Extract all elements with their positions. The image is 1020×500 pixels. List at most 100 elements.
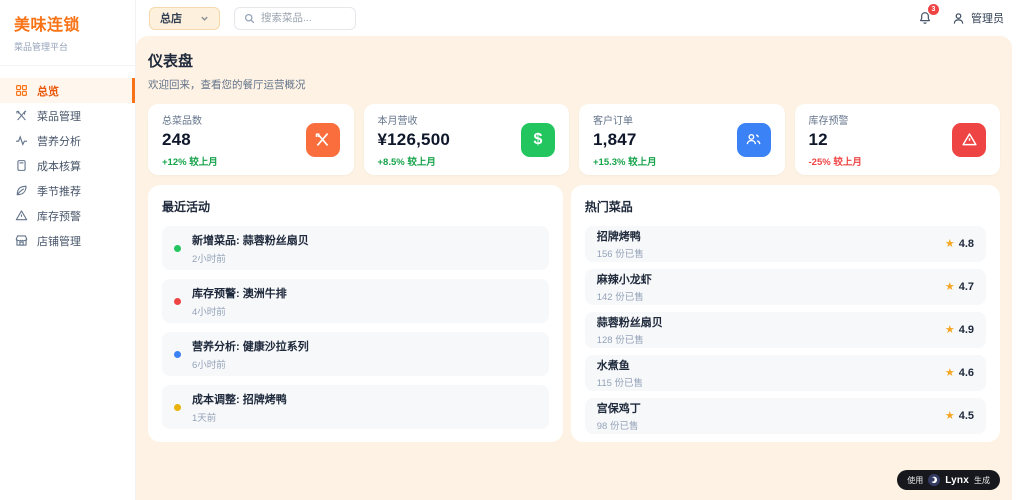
stat-trend: +8.5% 较上月 — [377, 156, 436, 168]
calculator-icon — [14, 159, 28, 173]
status-dot — [174, 350, 181, 358]
badge-brand: Lynx — [945, 474, 969, 486]
lynx-generated-badge[interactable]: 使用 Lynx 生成 — [897, 470, 1000, 490]
dish-rating: ★ 4.7 — [945, 281, 974, 293]
dish-name: 蒜蓉粉丝扇贝 — [596, 317, 663, 329]
star-icon: ★ — [944, 409, 955, 422]
sidebar-item-inventory-alert[interactable]: 库存预警 — [0, 203, 135, 228]
search-input[interactable] — [261, 12, 346, 24]
star-icon: ★ — [944, 366, 955, 379]
sidebar-item-label: 店铺管理 — [37, 235, 81, 248]
brand-name: 美味连锁 — [14, 17, 81, 34]
badge-prefix: 使用 — [907, 475, 924, 485]
activity-list-item[interactable]: 库存预警: 澳洲牛排 4小时前 — [162, 279, 549, 323]
topbar-right: 3 管理员 — [916, 4, 1004, 27]
activity-text: 库存预警: 澳洲牛排 — [192, 287, 287, 300]
activity-list-item[interactable]: 营养分析: 健康沙拉系列 6小时前 — [162, 332, 549, 376]
stat-trend: +15.3% 较上月 — [593, 156, 657, 168]
utensils-icon — [305, 122, 340, 157]
user-name: 管理员 — [971, 13, 1004, 25]
status-dot — [174, 244, 181, 252]
dish-sold: 128 份已售 — [596, 335, 644, 346]
dish-name: 水煮鱼 — [596, 360, 630, 372]
activity-list-item[interactable]: 成本调整: 招牌烤鸭 1天前 — [162, 385, 549, 429]
panels-row: 最近活动 新增菜品: 蒜蓉粉丝扇贝 2小时前 库存预警: 澳洲牛排 4小时前 营… — [148, 185, 1000, 442]
main-column: 总店 3 管理员 仪表盘 欢迎回来，查看 — [136, 0, 1020, 500]
page-subtitle: 欢迎回来，查看您的餐厅运营概况 — [148, 79, 306, 91]
panel-title: 最近活动 — [162, 200, 211, 214]
sidebar-item-label: 库存预警 — [37, 210, 81, 223]
sidebar-item-seasonal-recommendation[interactable]: 季节推荐 — [0, 178, 135, 203]
user-menu[interactable]: 管理员 — [952, 10, 1004, 26]
stat-value: 1,847 — [593, 129, 637, 149]
activity-text: 营养分析: 健康沙拉系列 — [192, 340, 309, 353]
users-icon — [736, 122, 771, 157]
activity-time: 2小时前 — [192, 253, 226, 265]
stat-card-monthly-revenue[interactable]: 本月营收 ¥126,500 +8.5% 较上月 $ — [363, 104, 569, 175]
sidebar: 美味连锁 菜品管理平台 总览 菜品管理 营养分析 成本核算 季节推荐 库存预警 … — [0, 0, 136, 500]
dish-rating: ★ 4.9 — [945, 324, 974, 336]
dashboard-content: 仪表盘 欢迎回来，查看您的餐厅运营概况 总菜品数 248 +12% 较上月 本月… — [136, 36, 1012, 500]
sidebar-item-label: 总览 — [37, 85, 59, 98]
dish-list-item[interactable]: 水煮鱼 115 份已售 ★ 4.6 — [584, 355, 986, 391]
alert-triangle-icon — [14, 209, 28, 223]
status-dot — [174, 403, 181, 411]
chevron-down-icon — [201, 16, 208, 21]
leaf-icon — [14, 184, 28, 198]
topbar: 总店 3 管理员 — [136, 0, 1020, 36]
star-icon: ★ — [944, 237, 955, 250]
activity-text: 成本调整: 招牌烤鸭 — [192, 393, 287, 406]
store-selector-dropdown[interactable]: 总店 — [149, 6, 220, 30]
star-icon: ★ — [944, 323, 955, 336]
status-dot — [174, 297, 181, 305]
stat-card-inventory-alerts[interactable]: 库存预警 12 -25% 较上月 — [794, 104, 1000, 175]
brand-subtitle: 菜品管理平台 — [14, 42, 69, 52]
sidebar-item-store-management[interactable]: 店铺管理 — [0, 228, 135, 253]
recent-activity-panel: 最近活动 新增菜品: 蒜蓉粉丝扇贝 2小时前 库存预警: 澳洲牛排 4小时前 营… — [148, 185, 563, 442]
dish-name: 招牌烤鸭 — [596, 231, 641, 243]
dish-name: 麻辣小龙虾 — [596, 274, 652, 286]
dish-sold: 98 份已售 — [596, 421, 639, 432]
dish-list-item[interactable]: 宫保鸡丁 98 份已售 ★ 4.5 — [584, 398, 986, 434]
sidebar-item-label: 季节推荐 — [37, 185, 81, 198]
lynx-logo-icon — [928, 474, 941, 486]
stat-label: 本月营收 — [377, 115, 418, 127]
sidebar-item-overview[interactable]: 总览 — [0, 78, 135, 103]
sidebar-item-nutrition-analysis[interactable]: 营养分析 — [0, 128, 135, 153]
sidebar-item-dish-management[interactable]: 菜品管理 — [0, 103, 135, 128]
rating-value: 4.9 — [958, 324, 974, 336]
dish-list-item[interactable]: 蒜蓉粉丝扇贝 128 份已售 ★ 4.9 — [584, 312, 986, 348]
activity-text: 新增菜品: 蒜蓉粉丝扇贝 — [192, 234, 309, 247]
sidebar-item-label: 营养分析 — [37, 135, 81, 148]
search-box[interactable] — [234, 6, 356, 30]
dish-list-item[interactable]: 招牌烤鸭 156 份已售 ★ 4.8 — [584, 226, 986, 262]
stat-label: 库存预警 — [808, 115, 849, 127]
dish-sold: 142 份已售 — [596, 292, 644, 303]
notifications-button[interactable]: 3 — [916, 4, 939, 27]
grid-icon — [14, 84, 28, 98]
stat-card-customer-orders[interactable]: 客户订单 1,847 +15.3% 较上月 — [579, 104, 785, 175]
sidebar-item-cost-accounting[interactable]: 成本核算 — [0, 153, 135, 178]
rating-value: 4.7 — [958, 281, 974, 293]
stat-label: 总菜品数 — [162, 115, 202, 127]
dish-sold: 156 份已售 — [596, 249, 644, 260]
activity-list-item[interactable]: 新增菜品: 蒜蓉粉丝扇贝 2小时前 — [162, 226, 549, 270]
rating-value: 4.5 — [958, 410, 974, 422]
pulse-icon — [14, 134, 28, 148]
sidebar-item-label: 菜品管理 — [37, 110, 81, 123]
app-window: 美味连锁 菜品管理平台 总览 菜品管理 营养分析 成本核算 季节推荐 库存预警 … — [0, 0, 1020, 500]
stat-trend: +12% 较上月 — [162, 156, 218, 168]
panel-title: 热门菜品 — [584, 200, 633, 214]
stat-card-total-dishes[interactable]: 总菜品数 248 +12% 较上月 — [148, 104, 354, 175]
dish-list-item[interactable]: 麻辣小龙虾 142 份已售 ★ 4.7 — [584, 269, 986, 305]
dish-rating: ★ 4.5 — [945, 410, 974, 422]
utensils-icon — [14, 109, 28, 123]
badge-suffix: 生成 — [974, 475, 990, 485]
dish-rating: ★ 4.6 — [945, 367, 974, 379]
page-title: 仪表盘 — [148, 53, 194, 70]
activity-time: 4小时前 — [192, 306, 226, 318]
activity-time: 1天前 — [192, 412, 217, 424]
store-icon — [14, 234, 28, 248]
search-icon — [244, 13, 255, 23]
stats-row: 总菜品数 248 +12% 较上月 本月营收 ¥126,500 +8.5% 较上… — [148, 104, 1000, 175]
